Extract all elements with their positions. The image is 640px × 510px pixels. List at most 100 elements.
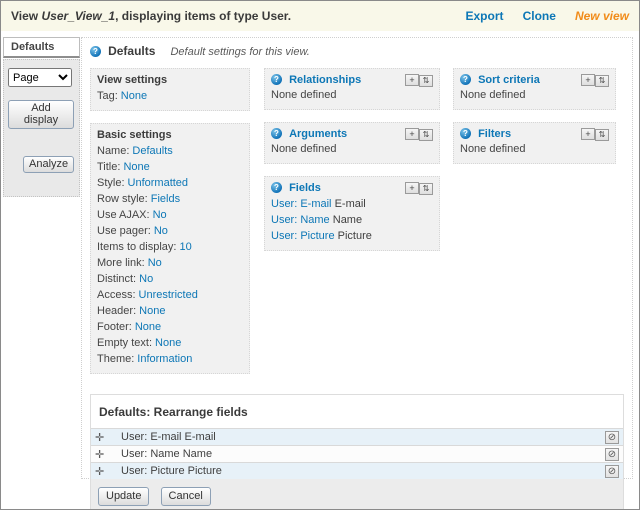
filters-empty: None defined bbox=[460, 143, 526, 155]
fields-actions: + ⇅ bbox=[405, 182, 433, 195]
setting-value-link[interactable]: None bbox=[139, 305, 165, 317]
add-field-button[interactable]: + bbox=[405, 182, 419, 194]
column-2: + ⇅ ? Relationships None defined + ⇅ ? Arg… bbox=[264, 68, 440, 386]
sort-criteria-title-link[interactable]: Sort criteria bbox=[478, 74, 540, 86]
setting-value-link[interactable]: None bbox=[123, 161, 149, 173]
setting-row: Row style: Fields bbox=[97, 191, 243, 207]
settings-columns: View settings Tag: None Basic settings Na… bbox=[82, 62, 632, 386]
add-display-button[interactable]: Add display bbox=[8, 100, 74, 129]
relationships-title-link[interactable]: Relationships bbox=[289, 74, 361, 86]
setting-row: Name: Defaults bbox=[97, 143, 243, 159]
setting-row: Theme: Information bbox=[97, 351, 243, 367]
add-sort-button[interactable]: + bbox=[581, 74, 595, 86]
new-view-link[interactable]: New view bbox=[575, 9, 629, 23]
field-suffix: Picture bbox=[337, 230, 372, 242]
rearrange-row-label: User: E-mail E-mail bbox=[121, 431, 216, 443]
basic-settings-box: Basic settings Name: Defaults Title: None … bbox=[90, 123, 250, 374]
add-filter-button[interactable]: + bbox=[581, 128, 595, 140]
views-ui-page: View User_View_1, displaying items of ty… bbox=[0, 0, 640, 510]
field-link[interactable]: User: Picture bbox=[271, 230, 335, 242]
title-suffix: , displaying items of type User. bbox=[115, 9, 292, 23]
filters-actions: + ⇅ bbox=[581, 128, 609, 141]
setting-row: Use pager: No bbox=[97, 223, 243, 239]
setting-value-link[interactable]: No bbox=[148, 257, 162, 269]
cancel-button[interactable]: Cancel bbox=[160, 487, 211, 506]
setting-value-link[interactable]: Fields bbox=[151, 193, 180, 205]
rearrange-fields-button[interactable]: ⇅ bbox=[419, 183, 433, 195]
topbar: View User_View_1, displaying items of ty… bbox=[1, 1, 639, 31]
arguments-header: + ⇅ ? Arguments bbox=[271, 128, 433, 141]
rearrange-title: Defaults: Rearrange fields bbox=[99, 405, 248, 419]
help-icon[interactable]: ? bbox=[460, 74, 471, 85]
add-argument-button[interactable]: + bbox=[405, 128, 419, 140]
relationships-actions: + ⇅ bbox=[405, 74, 433, 87]
setting-label: Theme: bbox=[97, 353, 135, 365]
tab-defaults[interactable]: Defaults bbox=[3, 37, 80, 58]
field-link[interactable]: User: Name bbox=[271, 214, 330, 226]
update-button[interactable]: Update bbox=[98, 487, 150, 506]
setting-value-link[interactable]: None bbox=[135, 321, 161, 333]
setting-value-link[interactable]: Defaults bbox=[132, 145, 172, 157]
topbar-links: Export Clone New view bbox=[449, 9, 629, 23]
sort-criteria-header: + ⇅ ? Sort criteria bbox=[460, 74, 609, 87]
field-suffix: Name bbox=[332, 214, 363, 226]
rearrange-fields-form: Defaults: Rearrange fields ✛ User: E-mai… bbox=[90, 394, 624, 509]
drag-handle-icon[interactable]: ✛ bbox=[95, 431, 109, 444]
setting-row: Header: None bbox=[97, 303, 243, 319]
relationships-box: + ⇅ ? Relationships None defined bbox=[264, 68, 440, 110]
remove-field-button[interactable]: ⊘ bbox=[605, 464, 619, 478]
setting-value-link[interactable]: No bbox=[154, 225, 168, 237]
rearrange-sorts-button[interactable]: ⇅ bbox=[595, 75, 609, 87]
clone-link[interactable]: Clone bbox=[523, 9, 556, 23]
sort-criteria-box: + ⇅ ? Sort criteria None defined bbox=[453, 68, 616, 110]
setting-row: Access: Unrestricted bbox=[97, 287, 243, 303]
filters-title-link[interactable]: Filters bbox=[478, 128, 511, 140]
help-icon[interactable]: ? bbox=[271, 74, 282, 85]
fields-title-link[interactable]: Fields bbox=[289, 182, 321, 194]
field-link[interactable]: User: E-mail bbox=[271, 198, 332, 210]
rearrange-arguments-button[interactable]: ⇅ bbox=[419, 129, 433, 141]
arguments-title-link[interactable]: Arguments bbox=[289, 128, 347, 140]
setting-value-link[interactable]: Unformatted bbox=[128, 177, 189, 189]
help-icon[interactable]: ? bbox=[460, 128, 471, 139]
view-settings-box: View settings Tag: None bbox=[90, 68, 250, 111]
filters-box: + ⇅ ? Filters None defined bbox=[453, 122, 616, 164]
remove-field-button[interactable]: ⊘ bbox=[605, 447, 619, 461]
basic-settings-title: Basic settings bbox=[97, 129, 172, 141]
setting-label: Title: bbox=[97, 161, 121, 173]
remove-field-button[interactable]: ⊘ bbox=[605, 430, 619, 444]
display-type-select[interactable]: Page bbox=[8, 68, 72, 87]
column-3: + ⇅ ? Sort criteria None defined + ⇅ ? Fil… bbox=[453, 68, 616, 386]
fields-box: + ⇅ ? Fields User: E-mail E-mail User: Na… bbox=[264, 176, 440, 251]
sort-criteria-actions: + ⇅ bbox=[581, 74, 609, 87]
help-icon[interactable]: ? bbox=[271, 182, 282, 193]
rearrange-relationships-button[interactable]: ⇅ bbox=[419, 75, 433, 87]
setting-value-link[interactable]: None bbox=[155, 337, 181, 349]
setting-value-link[interactable]: No bbox=[153, 209, 167, 221]
setting-value-link[interactable]: 10 bbox=[179, 241, 191, 253]
export-link[interactable]: Export bbox=[465, 9, 503, 23]
main-title: Defaults bbox=[108, 44, 156, 58]
setting-label: Name: bbox=[97, 145, 130, 157]
setting-row: Use AJAX: No bbox=[97, 207, 243, 223]
setting-value-link[interactable]: Unrestricted bbox=[139, 289, 198, 301]
add-relationship-button[interactable]: + bbox=[405, 74, 419, 86]
title-prefix: View bbox=[11, 9, 39, 23]
relationships-header: + ⇅ ? Relationships bbox=[271, 74, 433, 87]
display-controls-panel: Page Add display Analyze bbox=[3, 59, 80, 197]
setting-label: Use AJAX: bbox=[97, 209, 150, 221]
rearrange-row: ✛ User: E-mail E-mail ⊘ bbox=[91, 428, 623, 445]
rearrange-filters-button[interactable]: ⇅ bbox=[595, 129, 609, 141]
help-icon[interactable]: ? bbox=[90, 46, 101, 57]
help-icon[interactable]: ? bbox=[271, 128, 282, 139]
analyze-button[interactable]: Analyze bbox=[23, 156, 75, 173]
setting-row: More link: No bbox=[97, 255, 243, 271]
rearrange-row-label: User: Picture Picture bbox=[121, 465, 222, 477]
drag-handle-icon[interactable]: ✛ bbox=[95, 448, 109, 461]
view-settings-title: View settings bbox=[97, 74, 168, 86]
drag-handle-icon[interactable]: ✛ bbox=[95, 465, 109, 478]
setting-value-link[interactable]: No bbox=[139, 273, 153, 285]
arguments-empty: None defined bbox=[271, 143, 337, 155]
setting-value-link[interactable]: None bbox=[121, 90, 147, 102]
setting-value-link[interactable]: Information bbox=[137, 353, 192, 365]
